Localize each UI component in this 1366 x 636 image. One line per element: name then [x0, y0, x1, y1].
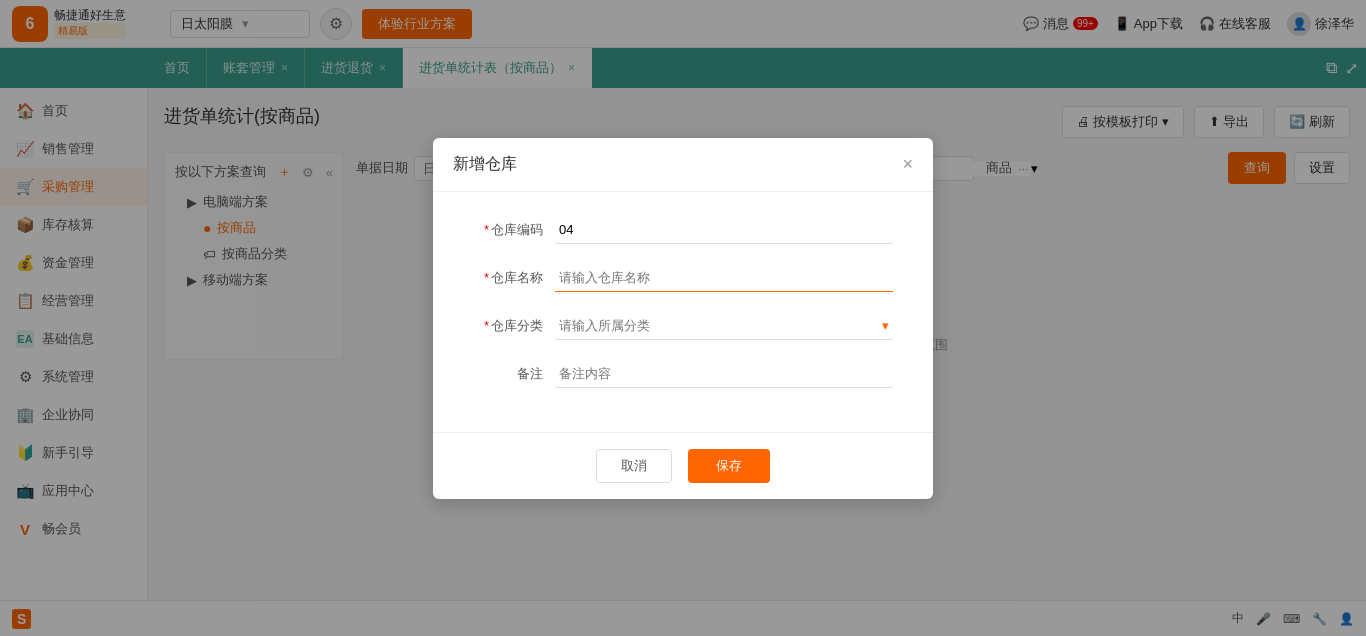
- name-label: 仓库名称: [473, 269, 543, 287]
- modal-body: 仓库编码 仓库名称 仓库分类 ▾ 备注: [433, 192, 933, 432]
- modal-overlay: 新增仓库 × 仓库编码 仓库名称 仓库分类 ▾: [0, 0, 1366, 636]
- warehouse-name-input[interactable]: [555, 264, 893, 292]
- modal-header: 新增仓库 ×: [433, 138, 933, 192]
- save-button[interactable]: 保存: [688, 449, 770, 483]
- remark-label: 备注: [473, 365, 543, 383]
- form-row-code: 仓库编码: [473, 216, 893, 244]
- chevron-down-icon: ▾: [882, 318, 889, 333]
- category-input[interactable]: [559, 318, 882, 333]
- form-row-remark: 备注: [473, 360, 893, 388]
- cancel-button[interactable]: 取消: [596, 449, 672, 483]
- warehouse-code-input[interactable]: [555, 216, 893, 244]
- code-label: 仓库编码: [473, 221, 543, 239]
- form-row-category: 仓库分类 ▾: [473, 312, 893, 340]
- modal-close-button[interactable]: ×: [902, 154, 913, 175]
- add-warehouse-modal: 新增仓库 × 仓库编码 仓库名称 仓库分类 ▾: [433, 138, 933, 499]
- category-select-wrap[interactable]: ▾: [555, 312, 893, 340]
- modal-title: 新增仓库: [453, 154, 517, 175]
- category-label: 仓库分类: [473, 317, 543, 335]
- form-row-name: 仓库名称: [473, 264, 893, 292]
- remark-input[interactable]: [555, 360, 893, 388]
- modal-footer: 取消 保存: [433, 432, 933, 499]
